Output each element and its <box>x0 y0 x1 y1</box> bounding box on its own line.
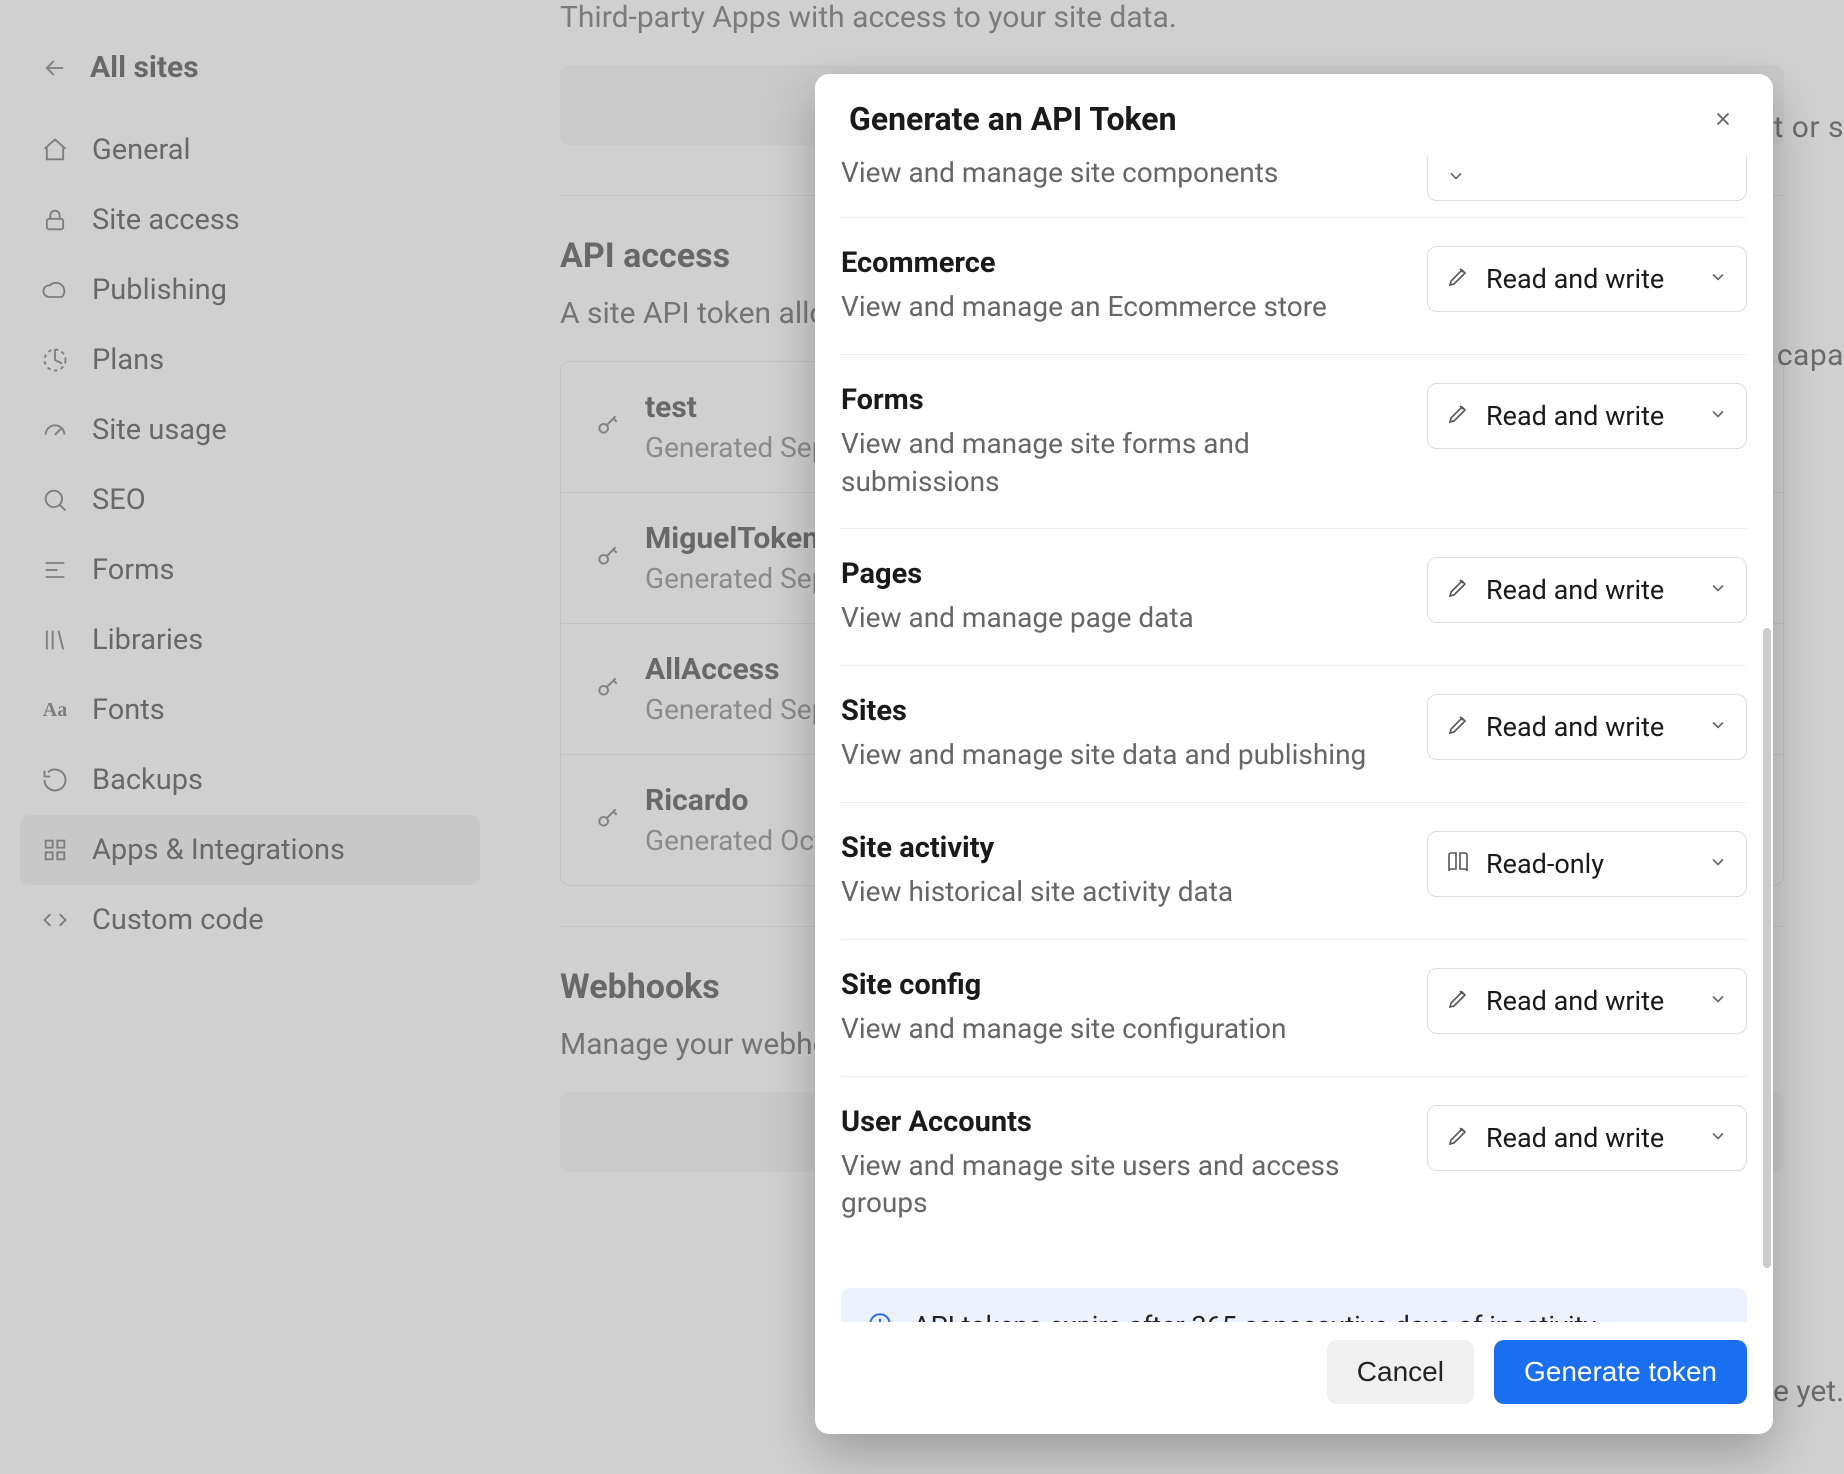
permission-desc: View and manage an Ecommerce store <box>841 288 1403 326</box>
permission-title: Site config <box>841 968 1403 1002</box>
permission-desc: View and manage page data <box>841 599 1403 637</box>
permission-row: Site activity View historical site activi… <box>841 803 1747 940</box>
permission-value: Read and write <box>1486 263 1692 295</box>
permission-select[interactable]: Read and write <box>1427 1105 1747 1171</box>
permission-title: Pages <box>841 557 1403 591</box>
generate-token-modal: Generate an API Token View and manage si… <box>815 74 1773 1434</box>
modal-body: View and manage site components Ecommerc… <box>815 156 1773 1322</box>
permission-row: User Accounts View and manage site users … <box>841 1077 1747 1251</box>
clock-icon <box>867 1311 893 1322</box>
permission-select[interactable]: Read and write <box>1427 968 1747 1034</box>
pencil-icon <box>1446 576 1470 604</box>
permission-select[interactable]: Read and write <box>1427 694 1747 760</box>
cancel-button[interactable]: Cancel <box>1327 1340 1474 1404</box>
perm-desc-cut: View and manage site components <box>841 156 1403 205</box>
pencil-icon <box>1446 1124 1470 1152</box>
info-banner: API tokens expire after 365 consecutive … <box>841 1288 1747 1322</box>
permission-title: Site activity <box>841 831 1403 865</box>
pencil-icon <box>1446 402 1470 430</box>
chevron-down-icon <box>1708 404 1728 428</box>
chevron-down-icon <box>1708 578 1728 602</box>
permission-select[interactable]: Read and write <box>1427 246 1747 312</box>
generate-token-button[interactable]: Generate token <box>1494 1340 1747 1404</box>
permission-value: Read-only <box>1486 848 1692 880</box>
pencil-icon <box>1446 987 1470 1015</box>
modal-close-button[interactable] <box>1707 103 1739 135</box>
permission-title: Forms <box>841 383 1403 417</box>
permission-desc: View and manage site forms and submissio… <box>841 425 1403 501</box>
permission-select[interactable]: Read and write <box>1427 383 1747 449</box>
permission-value: Read and write <box>1486 400 1692 432</box>
permission-select[interactable]: Read and write <box>1427 557 1747 623</box>
permission-title: Ecommerce <box>841 246 1403 280</box>
permission-value: Read and write <box>1486 985 1692 1017</box>
permission-row: Sites View and manage site data and publi… <box>841 666 1747 803</box>
modal-overlay[interactable]: Generate an API Token View and manage si… <box>0 0 1844 1474</box>
permission-desc: View and manage site configuration <box>841 1010 1403 1048</box>
scrollbar-thumb[interactable] <box>1763 628 1771 1268</box>
permission-value: Read and write <box>1486 711 1692 743</box>
permission-desc: View historical site activity data <box>841 873 1403 911</box>
permission-row: Pages View and manage page data Read and w… <box>841 529 1747 666</box>
permission-desc: View and manage site users and access gr… <box>841 1147 1403 1223</box>
permission-value: Read and write <box>1486 574 1692 606</box>
permission-value: Read and write <box>1486 1122 1692 1154</box>
permission-title: User Accounts <box>841 1105 1403 1139</box>
permission-row: Ecommerce View and manage an Ecommerce st… <box>841 218 1747 355</box>
chevron-down-icon <box>1446 166 1466 190</box>
permission-row: Site config View and manage site configur… <box>841 940 1747 1077</box>
permission-select-cut[interactable] <box>1427 156 1747 201</box>
modal-title: Generate an API Token <box>849 100 1177 138</box>
info-text: API tokens expire after 365 consecutive … <box>913 1310 1596 1322</box>
chevron-down-icon <box>1708 1126 1728 1150</box>
chevron-down-icon <box>1708 852 1728 876</box>
pencil-icon <box>1446 265 1470 293</box>
chevron-down-icon <box>1708 267 1728 291</box>
permission-select[interactable]: Read-only <box>1427 831 1747 897</box>
permission-title: Sites <box>841 694 1403 728</box>
permission-row: Forms View and manage site forms and subm… <box>841 355 1747 530</box>
chevron-down-icon <box>1708 715 1728 739</box>
permission-desc: View and manage site data and publishing <box>841 736 1403 774</box>
book-icon <box>1446 850 1470 878</box>
pencil-icon <box>1446 713 1470 741</box>
modal-header: Generate an API Token <box>815 74 1773 156</box>
chevron-down-icon <box>1708 989 1728 1013</box>
modal-footer: Cancel Generate token <box>815 1322 1773 1434</box>
